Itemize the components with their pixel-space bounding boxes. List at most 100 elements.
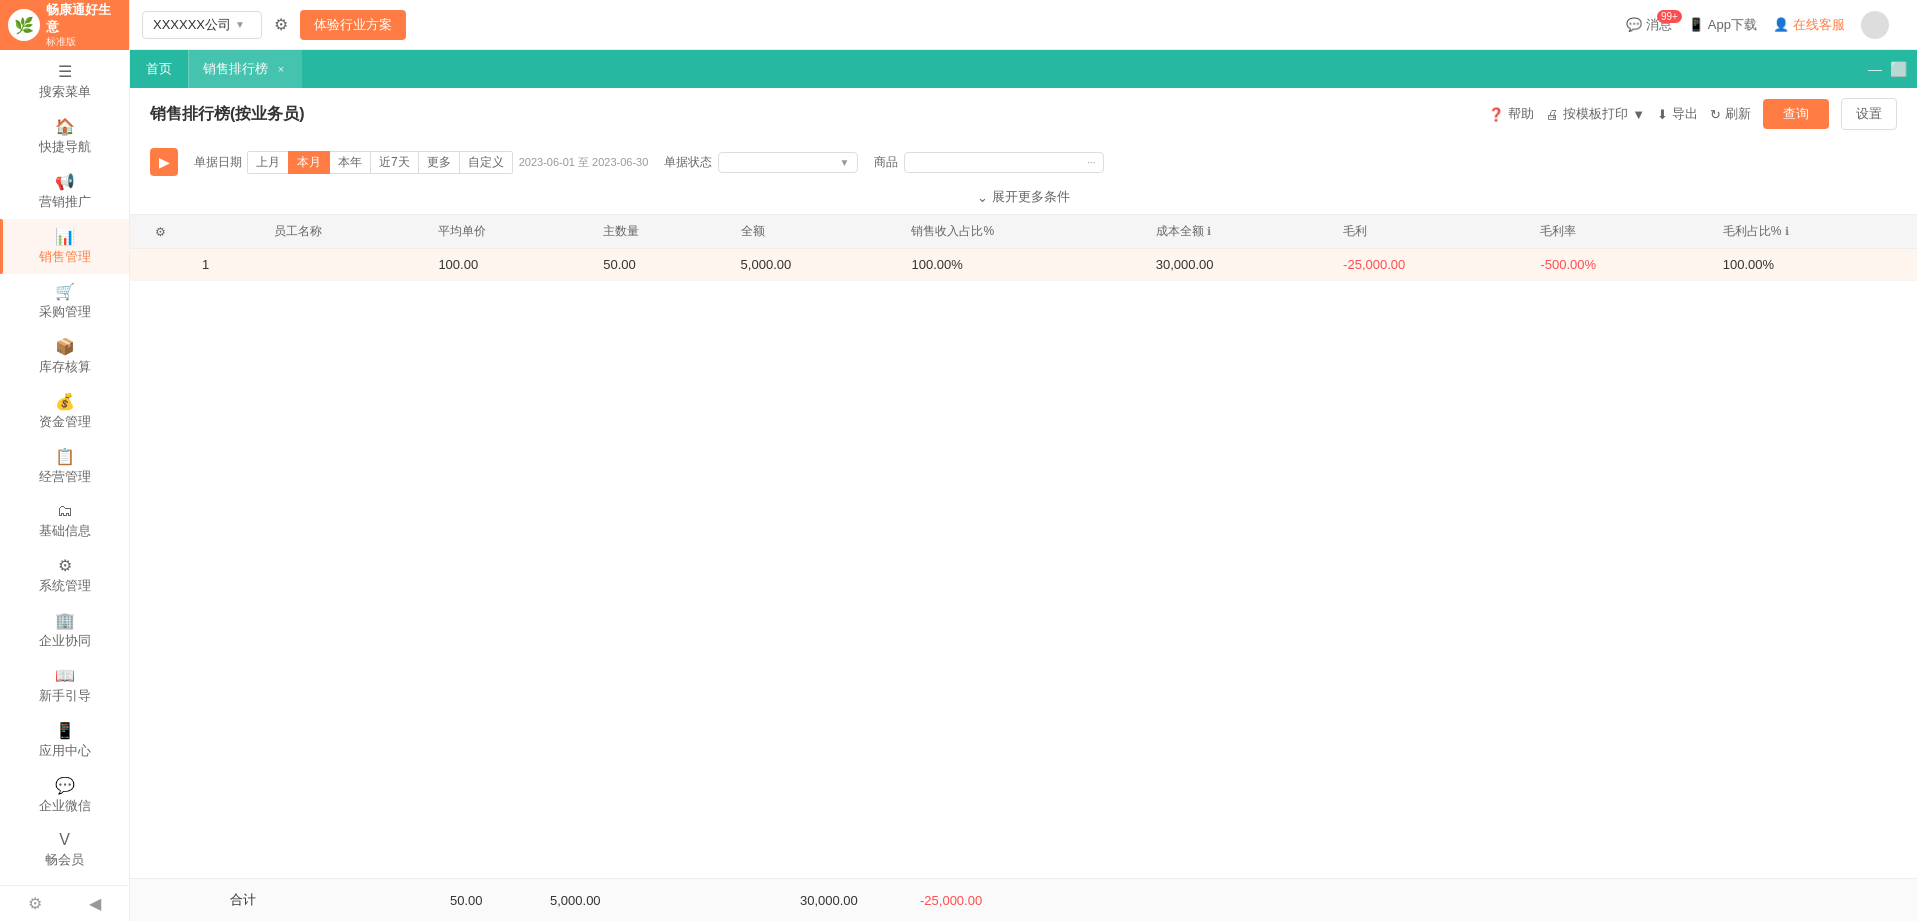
print-button[interactable]: 🖨 按模板打印 ▼ xyxy=(1546,105,1645,123)
active-bar xyxy=(0,219,3,274)
cell-qty: 50.00 xyxy=(591,249,728,281)
cell-cost: 30,000.00 xyxy=(1144,249,1331,281)
sidebar-item-basic-info[interactable]: 🗂基础信息 xyxy=(0,494,129,548)
page-title: 销售排行榜(按业务员) xyxy=(150,104,305,125)
sidebar-item-sales[interactable]: 📊销售管理 xyxy=(0,219,129,274)
date-range-text: 2023-06-01 至 2023-06-30 xyxy=(519,155,649,170)
message-button[interactable]: 💬 消息 99+ xyxy=(1626,16,1672,34)
sidebar-collapse-btn[interactable]: ◀ xyxy=(89,894,101,913)
sidebar: 🌿 畅康通好生意 标准版 ☰搜索菜单🏠快捷导航📢营销推广📊销售管理🛒采购管理📦库… xyxy=(0,0,130,921)
sidebar-item-beginner[interactable]: 📖 新手引导 xyxy=(0,658,129,713)
cell-gross-rate: -500.00% xyxy=(1528,249,1710,281)
footer-total-label: 合计 xyxy=(218,887,338,913)
sidebar-item-marketing[interactable]: 📢营销推广 xyxy=(0,164,129,219)
data-table: ⚙ 员工名称 平均单价 主数量 全额 销售收入占比% 成本全额 ℹ 毛利 毛利率… xyxy=(130,215,1917,281)
expand-label: 展开更多条件 xyxy=(992,188,1070,206)
enterprise-icon: 🏢 xyxy=(55,611,75,630)
logo-text: 畅康通好生意 标准版 xyxy=(46,2,121,49)
col-settings[interactable]: ⚙ xyxy=(130,215,190,249)
goods-more-icon[interactable]: ··· xyxy=(1087,157,1095,168)
goods-filter-group: 商品 ··· xyxy=(874,152,1104,173)
quick-nav-label: 快捷导航 xyxy=(39,138,91,156)
col-gross-rate: 毛利率 xyxy=(1528,215,1710,249)
minimize-icon[interactable]: — xyxy=(1868,61,1882,77)
export-label: 导出 xyxy=(1672,105,1698,123)
logo-icon: 🌿 xyxy=(8,9,40,41)
wechat-icon: 💬 xyxy=(55,776,75,795)
tab-home[interactable]: 首页 xyxy=(130,50,188,88)
date-tab-custom[interactable]: 自定义 xyxy=(459,151,513,174)
sidebar-item-app-center[interactable]: 📱应用中心 xyxy=(0,713,129,768)
date-tab-prev-month[interactable]: 上月 xyxy=(247,151,289,174)
marketing-icon: 📢 xyxy=(55,172,75,191)
beginner-icon: 📖 xyxy=(55,666,75,685)
expand-conditions-button[interactable]: ⌄ 展开更多条件 xyxy=(150,184,1897,214)
sidebar-item-purchase[interactable]: 🛒采购管理 xyxy=(0,274,129,329)
date-tab-more[interactable]: 更多 xyxy=(418,151,460,174)
app-center-icon: 📱 xyxy=(55,721,75,740)
tab-close-icon[interactable]: × xyxy=(274,62,288,76)
filter-row: ▶ 单据日期 上月 本月 本年 近7天 更多 自定义 2023-06-01 至 … xyxy=(150,140,1897,184)
date-tab-current-month[interactable]: 本月 xyxy=(288,151,330,174)
operation-label: 经营管理 xyxy=(39,468,91,486)
col-cost: 成本全额 ℹ xyxy=(1144,215,1331,249)
sidebar-item-wechat[interactable]: 💬企业微信 xyxy=(0,768,129,823)
export-icon: ⬇ xyxy=(1657,107,1668,122)
sidebar-item-quick-nav[interactable]: 🏠快捷导航 xyxy=(0,109,129,164)
sidebar-item-inventory[interactable]: 📦库存核算 xyxy=(0,329,129,384)
search-orders-icon: ☰ xyxy=(58,62,72,81)
date-tab-7days[interactable]: 近7天 xyxy=(370,151,419,174)
page-title-row: 销售排行榜(按业务员) ❓ 帮助 🖨 按模板打印 ▼ ⬇ 导出 xyxy=(150,98,1897,140)
goods-select[interactable]: ··· xyxy=(904,152,1104,173)
sidebar-nav: ☰搜索菜单🏠快捷导航📢营销推广📊销售管理🛒采购管理📦库存核算💰资金管理📋经营管理… xyxy=(0,50,129,885)
message-icon: 💬 xyxy=(1626,17,1642,32)
cell-gross: -25,000.00 xyxy=(1331,249,1528,281)
print-icon: 🖨 xyxy=(1546,107,1559,122)
beginner-label: 新手引导 xyxy=(39,687,91,705)
sidebar-settings-btn[interactable]: ⚙ xyxy=(28,894,42,913)
tab-sales-ranking[interactable]: 销售排行榜 × xyxy=(188,50,302,88)
online-service-button[interactable]: 👤 在线客服 xyxy=(1773,16,1845,34)
settings-icon[interactable]: ⚙ xyxy=(274,15,288,34)
col-sales-pct: 销售收入占比% xyxy=(899,215,1143,249)
footer-sales-pct-spacer xyxy=(658,896,788,904)
chevron-down-expand-icon: ⌄ xyxy=(977,190,988,205)
filter-toggle-button[interactable]: ▶ xyxy=(150,148,178,176)
purchase-icon: 🛒 xyxy=(55,282,75,301)
company-selector[interactable]: XXXXXX公司 ▼ xyxy=(142,11,262,39)
system-label: 系统管理 xyxy=(39,577,91,595)
sidebar-item-search-orders[interactable]: ☰搜索菜单 xyxy=(0,54,129,109)
table-row: 1100.0050.005,000.00100.00%30,000.00-25,… xyxy=(130,249,1917,281)
sidebar-item-enterprise[interactable]: 🏢 企业协同 xyxy=(0,603,129,658)
maximize-icon[interactable]: ⬜ xyxy=(1890,61,1907,77)
app-download-button[interactable]: 📱 App下载 xyxy=(1688,16,1757,34)
query-button[interactable]: 查询 xyxy=(1763,99,1829,129)
refresh-button[interactable]: ↻ 刷新 xyxy=(1710,105,1751,123)
help-button[interactable]: ❓ 帮助 xyxy=(1488,105,1534,123)
cost-help-icon[interactable]: ℹ xyxy=(1207,225,1211,237)
cell-name xyxy=(262,249,427,281)
tab-bar-actions: — ⬜ xyxy=(1858,61,1917,77)
settings-button[interactable]: 设置 xyxy=(1841,98,1897,130)
finance-label: 资金管理 xyxy=(39,413,91,431)
sidebar-item-member[interactable]: V畅会员 xyxy=(0,823,129,877)
status-filter-group: 单据状态 ▼ xyxy=(664,152,858,173)
sidebar-item-finance[interactable]: 💰资金管理 xyxy=(0,384,129,439)
export-button[interactable]: ⬇ 导出 xyxy=(1657,105,1698,123)
status-select[interactable]: ▼ xyxy=(718,152,858,173)
trial-button[interactable]: 体验行业方案 xyxy=(300,10,406,40)
gross-pct-help-icon[interactable]: ℹ xyxy=(1785,225,1789,237)
date-tab-current-year[interactable]: 本年 xyxy=(329,151,371,174)
top-bar: XXXXXX公司 ▼ ⚙ 体验行业方案 💬 消息 99+ 📱 App下载 👤 在… xyxy=(130,0,1917,50)
footer-cost: 30,000.00 xyxy=(788,889,908,912)
service-label: 在线客服 xyxy=(1793,16,1845,34)
footer-rank-spacer xyxy=(178,896,218,904)
inventory-icon: 📦 xyxy=(55,337,75,356)
enterprise-label: 企业协同 xyxy=(39,632,91,650)
avatar[interactable] xyxy=(1861,11,1889,39)
refresh-label: 刷新 xyxy=(1725,105,1751,123)
print-arrow-icon: ▼ xyxy=(1632,107,1645,122)
help-label: 帮助 xyxy=(1508,105,1534,123)
sidebar-item-system[interactable]: ⚙系统管理 xyxy=(0,548,129,603)
sidebar-item-operation[interactable]: 📋经营管理 xyxy=(0,439,129,494)
